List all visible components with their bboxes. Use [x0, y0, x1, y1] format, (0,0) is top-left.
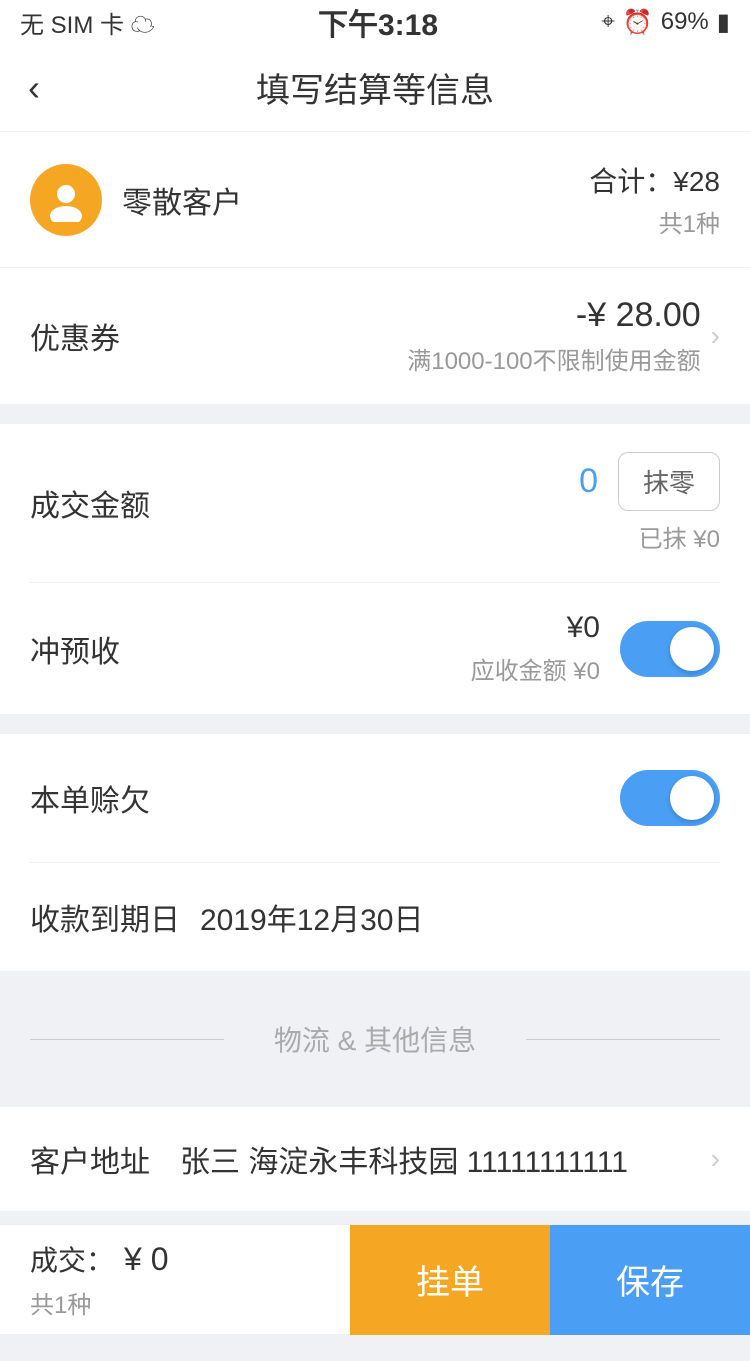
address-section: 客户地址 张三 海淀永丰科技园 11111111111 ›	[0, 1107, 750, 1211]
prepay-row: 冲预收 ¥0 应收金额 ¥0	[30, 583, 720, 714]
customer-left: 零散客户	[30, 164, 242, 236]
bottom-summary: 成交： ¥ 0 共1种	[0, 1239, 350, 1320]
bottom-deal-row: 成交： ¥ 0	[30, 1239, 320, 1279]
page-title: 填写结算等信息	[256, 63, 494, 112]
back-button[interactable]: ‹	[28, 67, 40, 109]
coupon-value-block: -¥ 28.00 满1000-100不限制使用金额	[407, 296, 700, 376]
duedate-value: 2019年12月30日	[200, 895, 423, 939]
deal-amount-row: 成交金额 0 抹零 已抹 ¥0	[30, 424, 720, 583]
bottom-count: 共1种	[30, 1285, 320, 1320]
location-icon: ⌖	[601, 8, 615, 36]
deal-sub-text: 已抹 ¥0	[639, 519, 720, 554]
duedate-label: 收款到期日	[30, 895, 180, 939]
customer-name: 零散客户	[122, 178, 242, 222]
customer-row: 零散客户 合计：¥28 共1种	[0, 132, 750, 267]
prepay-receivable: 应收金额 ¥0	[471, 651, 600, 686]
divider-line-left	[30, 1039, 224, 1040]
status-left: 无 SIM 卡 ☁	[20, 5, 155, 40]
sim-status: 无 SIM 卡 ☁	[20, 5, 155, 40]
bottom-bar: 成交： ¥ 0 共1种 挂单 保存	[0, 1224, 750, 1334]
coupon-amount: -¥ 28.00	[407, 296, 700, 335]
address-label: 客户地址	[30, 1137, 150, 1181]
coupon-row[interactable]: 优惠券 -¥ 28.00 满1000-100不限制使用金额 ›	[0, 267, 750, 404]
address-value: 张三 海淀永丰科技园 11111111111	[180, 1137, 711, 1181]
debt-section: 本单赊欠 收款到期日 2019年12月30日	[0, 734, 750, 971]
coupon-label: 优惠券	[30, 314, 120, 358]
status-right: ⌖ ⏰ 69% ▮	[601, 8, 730, 37]
coupon-desc: 满1000-100不限制使用金额	[407, 341, 700, 376]
nav-bar: ‹ 填写结算等信息	[0, 44, 750, 132]
prepay-label: 冲预收	[30, 627, 120, 671]
prepay-amount: ¥0	[471, 611, 600, 645]
divider-line-right	[526, 1039, 720, 1040]
deal-amount-value: 0	[579, 462, 598, 501]
logistics-label: 物流 & 其他信息	[274, 1019, 476, 1059]
round-zero-button[interactable]: 抹零	[618, 452, 720, 511]
bottom-deal-value: ¥ 0	[124, 1241, 168, 1278]
deal-value-row: 0 抹零	[579, 452, 720, 511]
address-chevron-icon: ›	[711, 1143, 720, 1175]
battery-level: 69%	[661, 8, 709, 36]
deal-amount-label: 成交金额	[30, 481, 150, 525]
prepay-values: ¥0 应收金额 ¥0	[471, 611, 600, 686]
prepay-right: ¥0 应收金额 ¥0	[471, 611, 720, 686]
status-time: 下午3:18	[318, 0, 438, 44]
total-count: 共1种	[589, 204, 720, 239]
avatar	[30, 164, 102, 236]
debt-row: 本单赊欠	[30, 734, 720, 863]
address-row[interactable]: 客户地址 张三 海淀永丰科技园 11111111111 ›	[30, 1107, 720, 1211]
duedate-row: 收款到期日 2019年12月30日	[30, 863, 720, 971]
logistics-divider: 物流 & 其他信息	[0, 1019, 750, 1059]
chevron-right-icon: ›	[711, 320, 720, 352]
coupon-right: -¥ 28.00 满1000-100不限制使用金额 ›	[407, 296, 720, 376]
battery-icon: ▮	[717, 8, 730, 37]
logistics-section: 物流 & 其他信息	[0, 991, 750, 1087]
save-button[interactable]: 保存	[550, 1225, 750, 1335]
total-amount: 合计：¥28	[589, 160, 720, 200]
hold-order-button[interactable]: 挂单	[350, 1225, 550, 1335]
debt-toggle[interactable]	[620, 770, 720, 826]
debt-label: 本单赊欠	[30, 776, 150, 820]
customer-section: 零散客户 合计：¥28 共1种 优惠券 -¥ 28.00 满1000-100不限…	[0, 132, 750, 404]
alarm-icon: ⏰	[623, 8, 653, 37]
bottom-deal-label: 成交：	[30, 1239, 114, 1279]
deal-amount-section: 成交金额 0 抹零 已抹 ¥0 冲预收 ¥0 应收金额 ¥0	[0, 424, 750, 714]
status-bar: 无 SIM 卡 ☁ 下午3:18 ⌖ ⏰ 69% ▮	[0, 0, 750, 44]
prepay-toggle[interactable]	[620, 621, 720, 677]
customer-total: 合计：¥28 共1种	[589, 160, 720, 239]
